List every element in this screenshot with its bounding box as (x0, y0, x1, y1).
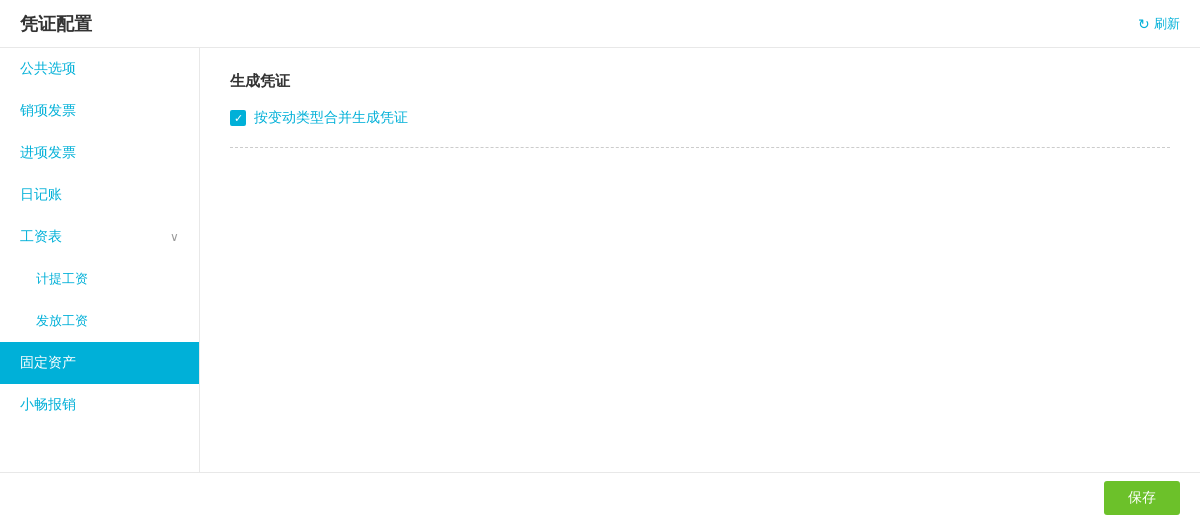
page-title: 凭证配置 (20, 12, 92, 36)
sidebar-item-journal[interactable]: 日记账 (0, 174, 199, 216)
merge-checkbox[interactable] (230, 110, 246, 126)
sidebar-item-label: 日记账 (20, 186, 62, 204)
sidebar-item-label: 发放工资 (36, 312, 88, 330)
refresh-button[interactable]: ↻ 刷新 (1138, 15, 1180, 33)
sidebar-item-calc-payroll[interactable]: 计提工资 (0, 258, 199, 300)
sidebar-item-label: 公共选项 (20, 60, 76, 78)
header: 凭证配置 ↻ 刷新 (0, 0, 1200, 48)
checkbox-label[interactable]: 按变动类型合并生成凭证 (254, 109, 408, 127)
section-divider (230, 147, 1170, 148)
sidebar-item-label: 工资表 (20, 228, 62, 246)
sidebar-item-expense-reimbursement[interactable]: 小畅报销 (0, 384, 199, 426)
sidebar-item-label: 进项发票 (20, 144, 76, 162)
refresh-label: 刷新 (1154, 15, 1180, 33)
sidebar-item-payroll-table[interactable]: 工资表 ∨ (0, 216, 199, 258)
chevron-down-icon: ∨ (170, 230, 179, 244)
sidebar-item-label: 销项发票 (20, 102, 76, 120)
refresh-icon: ↻ (1138, 16, 1150, 32)
sidebar-item-public-options[interactable]: 公共选项 (0, 48, 199, 90)
footer: 保存 (0, 472, 1200, 522)
sidebar-item-issue-payroll[interactable]: 发放工资 (0, 300, 199, 342)
save-button[interactable]: 保存 (1104, 481, 1180, 515)
sidebar-item-sales-invoice[interactable]: 销项发票 (0, 90, 199, 132)
sidebar-item-label: 小畅报销 (20, 396, 76, 414)
sidebar-item-label: 计提工资 (36, 270, 88, 288)
sidebar-item-fixed-assets[interactable]: 固定资产 (0, 342, 199, 384)
page-container: 凭证配置 ↻ 刷新 公共选项销项发票进项发票日记账工资表 ∨ 计提工资发放工资固定资… (0, 0, 1200, 522)
sidebar-item-label: 固定资产 (20, 354, 76, 372)
sidebar-item-purchase-invoice[interactable]: 进项发票 (0, 132, 199, 174)
checkbox-row: 按变动类型合并生成凭证 (230, 109, 1170, 127)
main-content: 生成凭证 按变动类型合并生成凭证 (200, 48, 1200, 472)
section-title: 生成凭证 (230, 72, 1170, 91)
sidebar: 公共选项销项发票进项发票日记账工资表 ∨ 计提工资发放工资固定资产小畅报销 (0, 48, 200, 472)
body-container: 公共选项销项发票进项发票日记账工资表 ∨ 计提工资发放工资固定资产小畅报销 生成凭证… (0, 48, 1200, 472)
